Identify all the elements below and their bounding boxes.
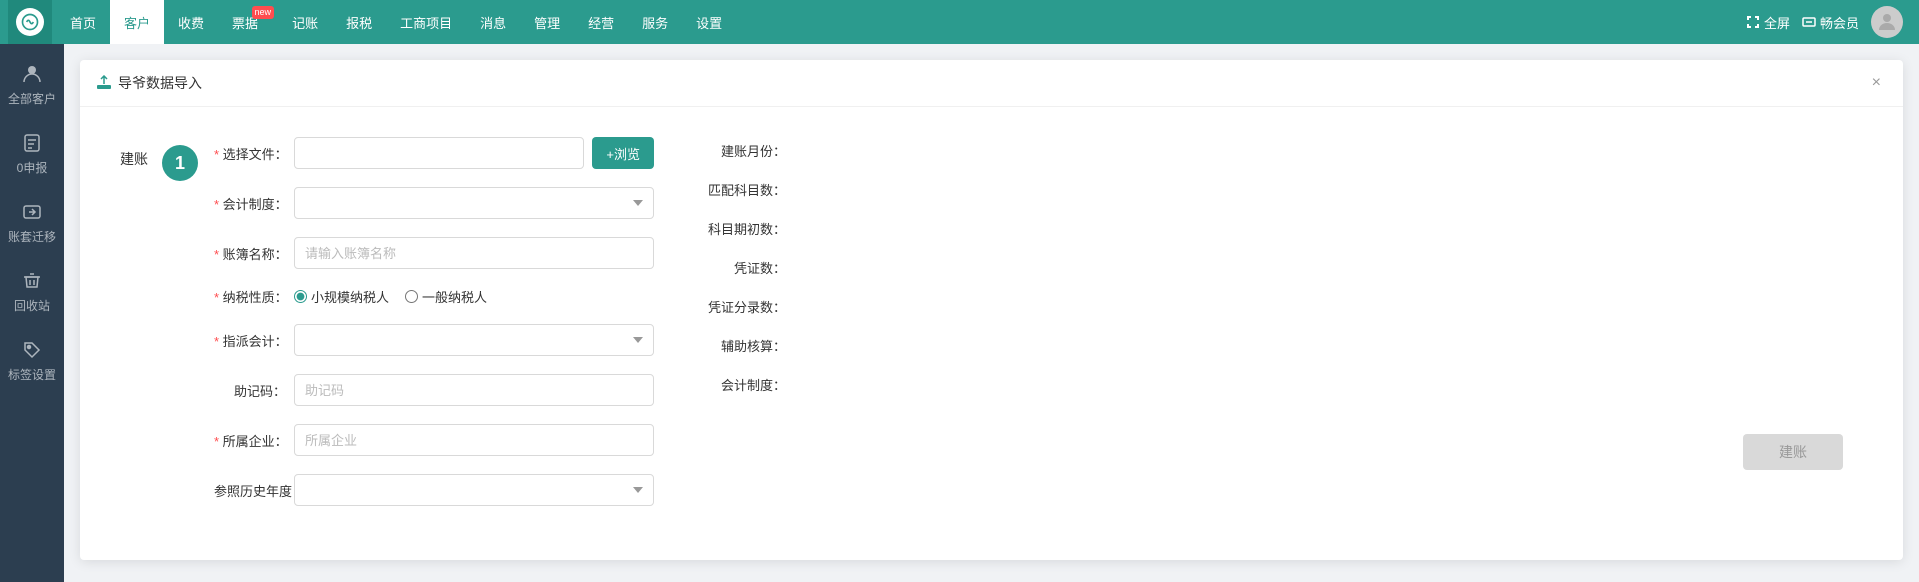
ledger-name-label: * 账簿名称： (214, 244, 294, 263)
nav-item-home[interactable]: 首页 (56, 0, 110, 44)
memo-label: 助记码： (214, 381, 294, 400)
company-input[interactable] (294, 424, 654, 456)
subject-init-label: 科目期初数： (694, 219, 794, 238)
upload-icon (96, 75, 112, 91)
assign-accountant-row: * 指派会计： (214, 324, 654, 356)
sidebar: 全部客户 0申报 账套迁移 (0, 44, 64, 582)
dialog-body: 建账 1 * 选择文件： +浏览 (80, 107, 1903, 554)
logo-icon (16, 8, 44, 36)
assign-accountant-select[interactable] (294, 324, 654, 356)
content-area: 导爷数据导入 × 建账 1 * 选择文件： (64, 44, 1919, 582)
memo-row: 助记码： (214, 374, 654, 406)
aux-accounting-label: 辅助核算： (694, 336, 794, 355)
nav-item-message[interactable]: 消息 (466, 0, 520, 44)
new-badge: new (252, 6, 275, 19)
accounting-system-label: * 会计制度： (214, 194, 294, 213)
close-button[interactable]: × (1866, 72, 1887, 94)
fullscreen-btn[interactable]: 全屏 (1746, 13, 1790, 32)
avatar-icon (1875, 10, 1899, 34)
company-label: * 所属企业： (214, 431, 294, 450)
file-label: * 选择文件： (214, 144, 294, 163)
nav-item-tax[interactable]: 报税 (332, 0, 386, 44)
sidebar-item-migrate[interactable]: 账套迁移 (0, 190, 64, 255)
radio-small-input[interactable] (294, 290, 307, 303)
file-input-wrapper: +浏览 (294, 137, 654, 169)
match-subject-label: 匹配科目数： (694, 180, 794, 199)
form-left: 建账 1 * 选择文件： +浏览 (120, 137, 654, 524)
history-year-select[interactable] (294, 474, 654, 506)
subject-init-row: 科目期初数： (694, 219, 1863, 238)
tax-type-label: * 纳税性质： (214, 287, 294, 306)
nav-item-customer[interactable]: 客户 (110, 0, 164, 44)
voucher-count-row: 凭证数： (694, 258, 1863, 277)
voucher-count-label: 凭证数： (694, 258, 794, 277)
step-indicator: 1 (162, 145, 198, 181)
build-button[interactable]: 建账 (1743, 434, 1843, 470)
right-section: 建账月份： 匹配科目数： 科目期初数： 凭证数： (694, 137, 1863, 524)
file-row: * 选择文件： +浏览 (214, 137, 654, 169)
nav-items: 首页 客户 收费 票据new 记账 报税 工商项目 消息 管理 经营 服务 设置 (52, 0, 1746, 44)
build-btn-area: 建账 (694, 434, 1863, 470)
user-icon (20, 62, 44, 86)
file-input[interactable] (294, 137, 584, 169)
avatar[interactable] (1871, 6, 1903, 38)
radio-general-input[interactable] (405, 290, 418, 303)
voucher-entries-row: 凭证分录数： (694, 297, 1863, 316)
info-section: 建账月份： 匹配科目数： 科目期初数： 凭证数： (694, 137, 1863, 414)
nav-item-biz[interactable]: 工商项目 (386, 0, 466, 44)
sidebar-item-tag[interactable]: 标签设置 (0, 328, 64, 393)
voucher-entries-label: 凭证分录数： (694, 297, 794, 316)
nav-right: 全屏 畅会员 (1746, 6, 1911, 38)
nav-item-operation[interactable]: 经营 (574, 0, 628, 44)
vip-icon (1802, 15, 1816, 29)
tag-icon (20, 338, 44, 362)
memo-input[interactable] (294, 374, 654, 406)
dialog: 导爷数据导入 × 建账 1 * 选择文件： (80, 60, 1903, 560)
browse-button[interactable]: +浏览 (592, 137, 654, 169)
declare-icon (20, 131, 44, 155)
history-year-label: 参照历史年度： (214, 481, 294, 500)
vip-btn[interactable]: 畅会员 (1802, 13, 1859, 32)
sidebar-item-trash[interactable]: 回收站 (0, 259, 64, 324)
aux-accounting-row: 辅助核算： (694, 336, 1863, 355)
assign-accountant-label: * 指派会计： (214, 331, 294, 350)
form-section: * 选择文件： +浏览 * 会计制度： (214, 137, 654, 524)
tax-type-row: * 纳税性质： 小规模纳税人 一般纳税人 (214, 287, 654, 306)
accounting-system-row: * 会计制度： (214, 187, 654, 219)
trash-icon (20, 269, 44, 293)
nav-item-invoice[interactable]: 票据new (218, 0, 278, 44)
main-layout: 全部客户 0申报 账套迁移 (0, 44, 1919, 582)
dialog-header: 导爷数据导入 × (80, 60, 1903, 107)
history-year-row: 参照历史年度： (214, 474, 654, 506)
build-month-row: 建账月份： (694, 141, 1863, 160)
dialog-title: 导爷数据导入 (96, 73, 202, 93)
radio-general-taxpayer[interactable]: 一般纳税人 (405, 287, 487, 306)
tax-type-radio-group: 小规模纳税人 一般纳税人 (294, 287, 487, 306)
sidebar-item-all-customers[interactable]: 全部客户 (0, 52, 64, 117)
build-month-label: 建账月份： (694, 141, 794, 160)
ledger-name-input[interactable] (294, 237, 654, 269)
top-nav: 首页 客户 收费 票据new 记账 报税 工商项目 消息 管理 经营 服务 设置… (0, 0, 1919, 44)
match-subject-row: 匹配科目数： (694, 180, 1863, 199)
nav-item-account[interactable]: 记账 (278, 0, 332, 44)
fullscreen-icon (1746, 15, 1760, 29)
nav-item-fee[interactable]: 收费 (164, 0, 218, 44)
company-row: * 所属企业： (214, 424, 654, 456)
ledger-name-row: * 账簿名称： (214, 237, 654, 269)
radio-small-taxpayer[interactable]: 小规模纳税人 (294, 287, 389, 306)
info-accounting-system-row: 会计制度： (694, 375, 1863, 394)
nav-item-manage[interactable]: 管理 (520, 0, 574, 44)
migrate-icon (20, 200, 44, 224)
nav-item-service[interactable]: 服务 (628, 0, 682, 44)
sidebar-item-declare[interactable]: 0申报 (0, 121, 64, 186)
info-accounting-system-label: 会计制度： (694, 375, 794, 394)
accounting-system-select[interactable] (294, 187, 654, 219)
logo (8, 0, 52, 44)
nav-item-settings[interactable]: 设置 (682, 0, 736, 44)
step-label: 建账 (120, 149, 148, 169)
